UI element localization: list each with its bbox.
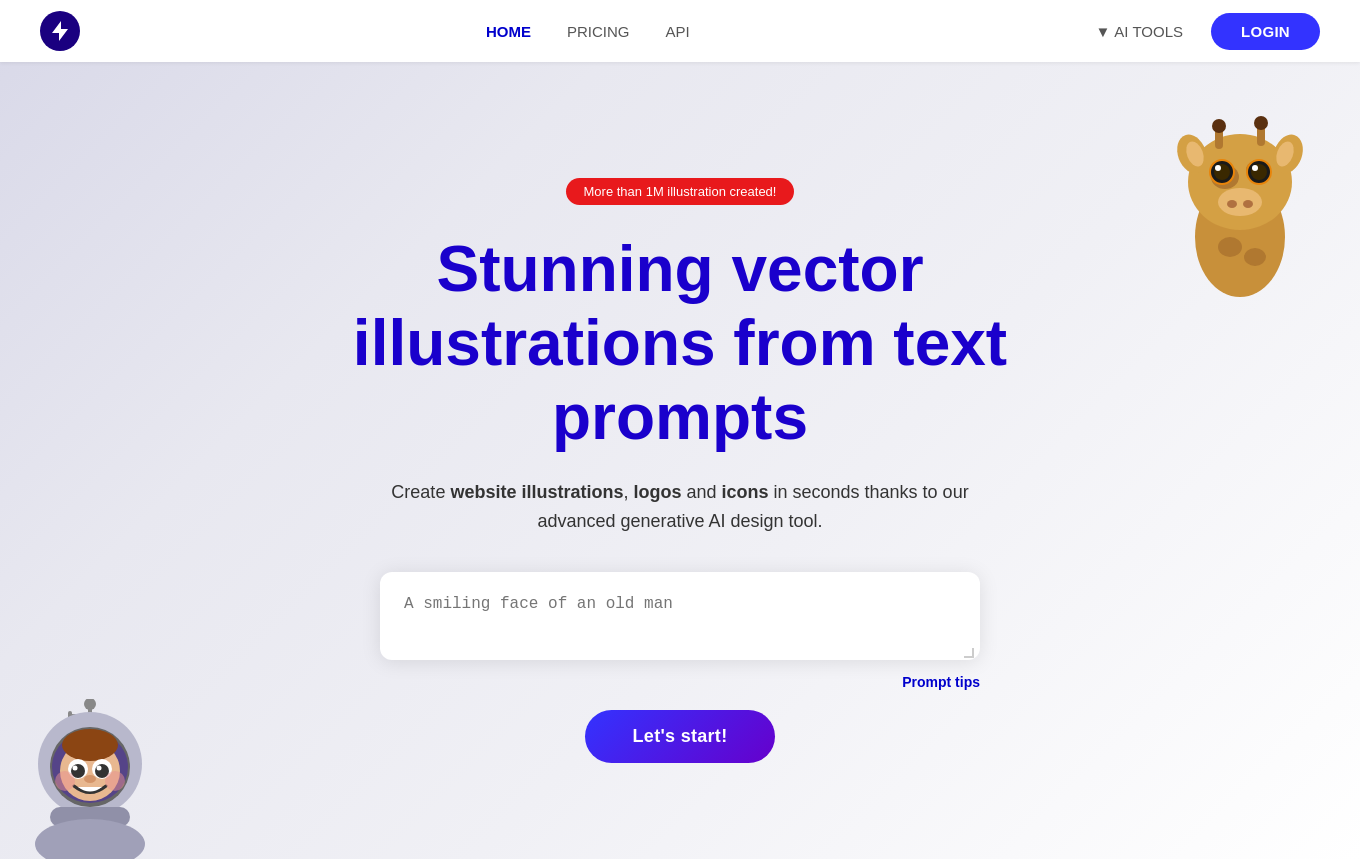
- hero-subtitle: Create website illustrations, logos and …: [380, 478, 980, 536]
- subtitle-bold3: icons: [722, 482, 769, 502]
- navbar: HOME PRICING API ▼ AI TOOLS LOGIN: [0, 0, 1360, 62]
- login-button[interactable]: LOGIN: [1211, 13, 1320, 50]
- svg-point-22: [1218, 188, 1262, 216]
- logo[interactable]: [40, 11, 80, 51]
- nav-pricing[interactable]: PRICING: [567, 23, 630, 40]
- hero-title-line2: illustrations from text: [353, 307, 1007, 379]
- nav-links: HOME PRICING API: [486, 23, 690, 40]
- svg-point-18: [1215, 165, 1221, 171]
- resize-handle: [964, 648, 974, 658]
- prompt-tips-link[interactable]: Prompt tips: [902, 674, 980, 690]
- prompt-tips-row: Prompt tips: [380, 674, 980, 690]
- start-button[interactable]: Let's start!: [585, 710, 776, 763]
- hero-title: Stunning vector illustrations from text …: [353, 233, 1007, 454]
- svg-point-28: [84, 699, 96, 710]
- badge: More than 1M illustration created!: [566, 178, 795, 205]
- svg-point-19: [1252, 165, 1258, 171]
- ai-tools-label: AI TOOLS: [1114, 23, 1183, 40]
- hero-title-line1: Stunning vector: [436, 233, 923, 305]
- svg-point-46: [35, 819, 145, 859]
- svg-point-25: [1218, 237, 1242, 257]
- svg-point-43: [105, 771, 125, 791]
- ai-tools-menu[interactable]: ▼ AI TOOLS: [1095, 23, 1183, 40]
- nav-api[interactable]: API: [665, 23, 689, 40]
- subtitle-bold1: website illustrations: [450, 482, 623, 502]
- chevron-down-icon: ▼: [1095, 23, 1110, 40]
- prompt-input[interactable]: [380, 572, 980, 660]
- nav-home[interactable]: HOME: [486, 23, 531, 40]
- nav-right: ▼ AI TOOLS LOGIN: [1095, 13, 1320, 50]
- svg-point-23: [1227, 200, 1237, 208]
- hero-section: More than 1M illustration created! Stunn…: [0, 62, 1360, 859]
- svg-point-40: [73, 766, 78, 771]
- svg-point-24: [1243, 200, 1253, 208]
- svg-marker-0: [52, 21, 68, 41]
- giraffe-illustration: [1160, 82, 1320, 302]
- subtitle-bold2: logos: [633, 482, 681, 502]
- svg-point-41: [97, 766, 102, 771]
- svg-point-13: [1254, 116, 1268, 130]
- svg-point-11: [1212, 119, 1226, 133]
- svg-point-42: [55, 771, 75, 791]
- hero-title-line3: prompts: [552, 381, 808, 453]
- svg-point-44: [84, 775, 96, 783]
- search-container: [380, 572, 980, 664]
- astronaut-illustration: [0, 699, 185, 859]
- svg-point-35: [62, 729, 118, 761]
- logo-icon: [40, 11, 80, 51]
- svg-point-26: [1244, 248, 1266, 266]
